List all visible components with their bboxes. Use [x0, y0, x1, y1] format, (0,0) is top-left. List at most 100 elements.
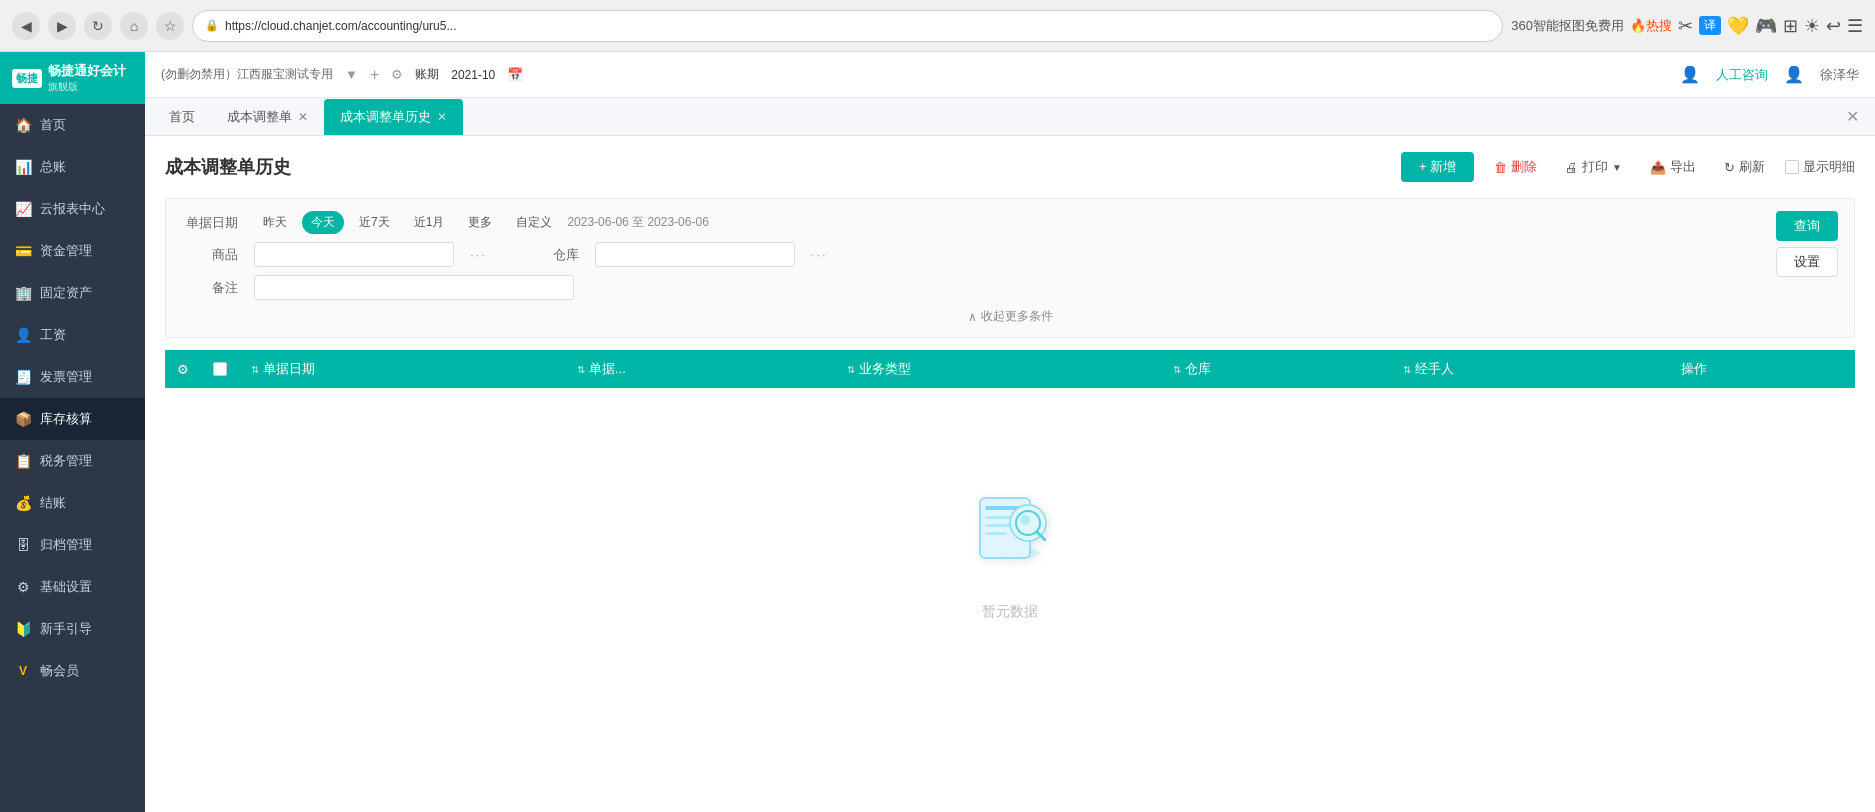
- dropdown-icon[interactable]: ▼: [345, 67, 358, 82]
- yesterday-btn[interactable]: 昨天: [254, 211, 296, 234]
- nav-label-reports: 云报表中心: [40, 200, 105, 218]
- add-button[interactable]: + 新增: [1401, 152, 1474, 182]
- th-type[interactable]: ⇅ 业务类型: [835, 350, 1161, 388]
- print-dropdown-icon: ▼: [1612, 162, 1622, 173]
- date-quick-group: 昨天 今天 近7天 近1月 更多 自定义 2023-06-06 至 2023-0…: [254, 211, 709, 234]
- goods-more[interactable]: ···: [470, 247, 487, 262]
- nav-label-settings: 基础设置: [40, 578, 92, 596]
- print-button[interactable]: 🖨 打印 ▼: [1557, 154, 1630, 180]
- select-all-checkbox[interactable]: [213, 362, 227, 376]
- back-button[interactable]: ◀: [12, 12, 40, 40]
- sidebar-item-ledger[interactable]: 📊 总账: [0, 146, 145, 188]
- calendar-icon[interactable]: 📅: [507, 67, 523, 82]
- sidebar-item-inventory[interactable]: 📦 库存核算: [0, 398, 145, 440]
- sidebar-item-guide[interactable]: 🔰 新手引导: [0, 608, 145, 650]
- warehouse-input[interactable]: [595, 242, 795, 267]
- sidebar-item-fixed-assets[interactable]: 🏢 固定资产: [0, 272, 145, 314]
- home-button[interactable]: ⌂: [120, 12, 148, 40]
- sidebar-item-archive[interactable]: 🗄 归档管理: [0, 524, 145, 566]
- filter-setting-button[interactable]: 设置: [1776, 247, 1838, 277]
- tab-cost-adjust-close[interactable]: ✕: [298, 110, 308, 124]
- search-label: 360智能抠图免费用: [1511, 17, 1624, 35]
- url-bar[interactable]: 🔒 https://cloud.chanjet.com/accounting/u…: [192, 10, 1503, 42]
- th-checkbox[interactable]: [201, 350, 239, 388]
- browser-bar: ◀ ▶ ↻ ⌂ ☆ 🔒 https://cloud.chanjet.com/ac…: [0, 0, 1875, 52]
- svg-rect-3: [985, 516, 1013, 519]
- tab-cost-adjust-history[interactable]: 成本调整单历史 ✕: [324, 99, 463, 135]
- more-btn[interactable]: 更多: [459, 211, 501, 234]
- sidebar-item-settings[interactable]: ⚙ 基础设置: [0, 566, 145, 608]
- star-button[interactable]: ☆: [156, 12, 184, 40]
- sidebar-item-member[interactable]: V 畅会员: [0, 650, 145, 692]
- nav-label-fixed-assets: 固定资产: [40, 284, 92, 302]
- remark-label: 备注: [182, 279, 238, 297]
- collapse-button[interactable]: ∧ 收起更多条件: [182, 308, 1838, 325]
- nav-label-ledger: 总账: [40, 158, 66, 176]
- sidebar-item-home[interactable]: 🏠 首页: [0, 104, 145, 146]
- empty-illustration: [960, 468, 1060, 587]
- delete-icon: 🗑: [1494, 160, 1507, 175]
- sidebar-item-settlement[interactable]: 💰 结账: [0, 482, 145, 524]
- sidebar-item-funds[interactable]: 💳 资金管理: [0, 230, 145, 272]
- th-settings[interactable]: ⚙: [165, 350, 201, 388]
- sort-warehouse-icon: ⇅: [1173, 364, 1181, 375]
- th-warehouse[interactable]: ⇅ 仓库: [1161, 350, 1390, 388]
- funds-icon: 💳: [14, 243, 32, 259]
- cut-icon: ✂: [1678, 15, 1693, 37]
- th-actions: 操作: [1669, 350, 1855, 388]
- 1month-btn[interactable]: 近1月: [405, 211, 454, 234]
- sidebar-nav: 畅捷 畅捷通好会计 旗舰版 🏠 首页 📊 总账 📈 云报表中心 💳 资金管理 🏢…: [0, 52, 145, 812]
- query-button[interactable]: 查询: [1776, 211, 1838, 241]
- reload-button[interactable]: ↻: [84, 12, 112, 40]
- sidebar-item-salary[interactable]: 👤 工资: [0, 314, 145, 356]
- tab-home[interactable]: 首页: [153, 99, 211, 135]
- th-number[interactable]: ⇅ 单据...: [565, 350, 835, 388]
- tab-cost-adjust[interactable]: 成本调整单 ✕: [211, 99, 324, 135]
- page-title-bar: 成本调整单历史 + 新增 🗑 删除 🖨 打印 ▼ 📤 导出: [165, 152, 1855, 182]
- warehouse-more[interactable]: ···: [811, 247, 828, 262]
- date-range: 2023-06-06 至 2023-06-06: [567, 214, 708, 231]
- support-icon: 👤: [1680, 65, 1700, 84]
- sidebar-item-invoices[interactable]: 🧾 发票管理: [0, 356, 145, 398]
- goods-input[interactable]: [254, 242, 454, 267]
- display-toggle[interactable]: 显示明细: [1785, 158, 1855, 176]
- lock-icon: 🔒: [205, 19, 219, 32]
- export-label: 导出: [1670, 158, 1696, 176]
- column-settings-icon[interactable]: ⚙: [177, 362, 189, 377]
- nav-label-settlement: 结账: [40, 494, 66, 512]
- sidebar-item-reports[interactable]: 📈 云报表中心: [0, 188, 145, 230]
- today-btn[interactable]: 今天: [302, 211, 344, 234]
- forward-button[interactable]: ▶: [48, 12, 76, 40]
- filter-area: 单据日期 昨天 今天 近7天 近1月 更多 自定义 2023-06-06 至 2…: [165, 198, 1855, 338]
- remark-input[interactable]: [254, 275, 574, 300]
- export-button[interactable]: 📤 导出: [1642, 154, 1704, 180]
- add-icon[interactable]: +: [370, 66, 379, 84]
- th-date[interactable]: ⇅ 单据日期: [239, 350, 565, 388]
- refresh-button[interactable]: ↻ 刷新: [1716, 154, 1773, 180]
- grid-icon: ⊞: [1783, 15, 1798, 37]
- display-checkbox[interactable]: [1785, 160, 1799, 174]
- custom-btn[interactable]: 自定义: [507, 211, 561, 234]
- brand-tag: 旗舰版: [48, 80, 126, 94]
- inventory-icon: 📦: [14, 411, 32, 427]
- account-period-label: 账期: [415, 66, 439, 83]
- refresh-icon: ↻: [1724, 160, 1735, 175]
- tab-cost-adjust-history-close[interactable]: ✕: [437, 110, 447, 124]
- sidebar-item-tax[interactable]: 📋 税务管理: [0, 440, 145, 482]
- support-label[interactable]: 人工咨询: [1716, 66, 1768, 84]
- th-type-label: 业务类型: [859, 361, 911, 376]
- hot-label: 🔥热搜: [1630, 17, 1672, 35]
- sort-type-icon: ⇅: [847, 364, 855, 375]
- translate-icon: 译: [1699, 16, 1721, 35]
- th-manager[interactable]: ⇅ 经手人: [1391, 350, 1669, 388]
- 7days-btn[interactable]: 近7天: [350, 211, 399, 234]
- filter-buttons: 查询 设置: [1776, 211, 1838, 277]
- settings-icon-2[interactable]: ⚙: [391, 67, 403, 82]
- global-close-button[interactable]: ✕: [1838, 107, 1867, 126]
- user-name[interactable]: 徐泽华: [1820, 66, 1859, 84]
- delete-button[interactable]: 🗑 删除: [1486, 154, 1545, 180]
- nav-label-inventory: 库存核算: [40, 410, 92, 428]
- tab-home-label: 首页: [169, 108, 195, 126]
- display-label: 显示明细: [1803, 158, 1855, 176]
- collapse-section: ∧ 收起更多条件: [182, 308, 1838, 325]
